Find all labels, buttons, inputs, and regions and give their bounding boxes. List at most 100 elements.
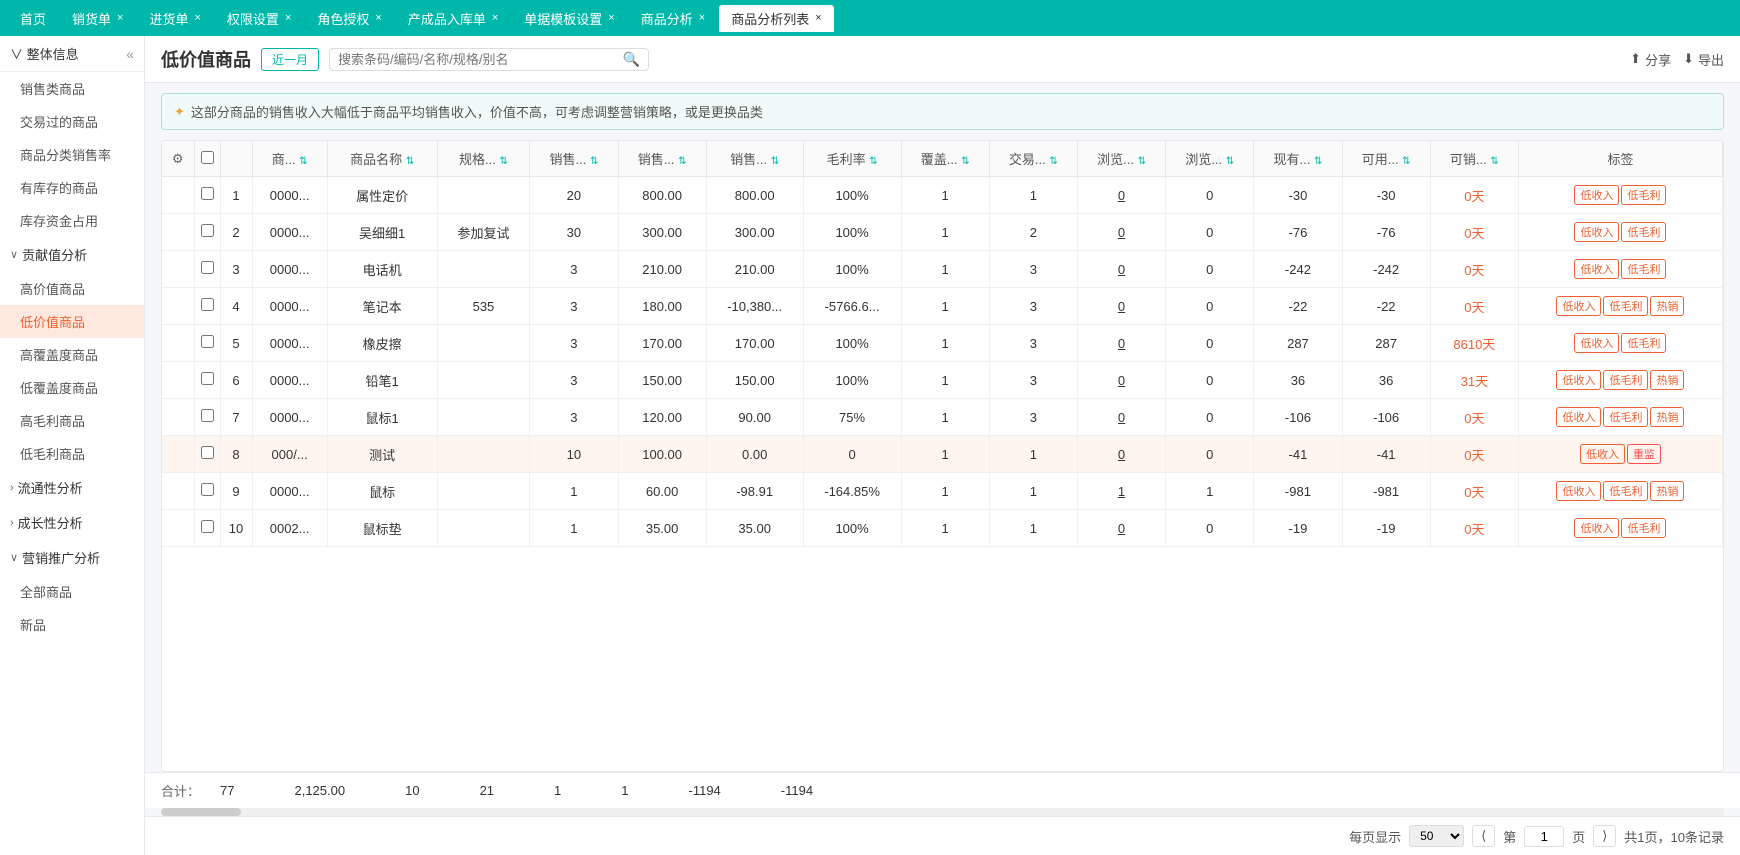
row-checkbox[interactable] xyxy=(201,187,214,200)
sidebar-item-high-margin[interactable]: 高毛利商品 xyxy=(0,404,144,437)
th-gear[interactable]: ⚙ xyxy=(162,141,194,177)
close-icon[interactable]: × xyxy=(375,12,381,24)
first-page-btn[interactable]: ⟨ xyxy=(1472,825,1495,847)
sidebar-item-new-goods[interactable]: 新品 xyxy=(0,608,144,641)
close-icon[interactable]: × xyxy=(492,12,498,24)
th-spec[interactable]: 规格... ⇅ xyxy=(437,141,530,177)
td-checkbox[interactable] xyxy=(194,177,220,214)
row-checkbox[interactable] xyxy=(201,520,214,533)
browse-link[interactable]: 0 xyxy=(1118,410,1125,425)
search-icon[interactable]: 🔍 xyxy=(623,51,640,68)
th-cover[interactable]: 覆盖... ⇅ xyxy=(901,141,989,177)
nav-template-setting[interactable]: 单据模板设置 × xyxy=(512,5,626,32)
browse-link[interactable]: 0 xyxy=(1118,336,1125,351)
td-checkbox[interactable] xyxy=(194,399,220,436)
td-browse1[interactable]: 0 xyxy=(1077,325,1165,362)
th-browse1[interactable]: 浏览... ⇅ xyxy=(1077,141,1165,177)
th-sell-days[interactable]: 可销... ⇅ xyxy=(1430,141,1518,177)
th-avail[interactable]: 可用... ⇅ xyxy=(1342,141,1430,177)
sidebar-item-low-coverage[interactable]: 低覆盖度商品 xyxy=(0,371,144,404)
next-page-btn[interactable]: ⟩ xyxy=(1593,825,1616,847)
td-browse1[interactable]: 0 xyxy=(1077,436,1165,473)
horizontal-scrollbar[interactable] xyxy=(161,808,1724,816)
browse-link[interactable]: 0 xyxy=(1118,299,1125,314)
row-checkbox[interactable] xyxy=(201,261,214,274)
td-browse1[interactable]: 0 xyxy=(1077,214,1165,251)
th-qty[interactable]: 销售... ⇅ xyxy=(530,141,618,177)
td-browse1[interactable]: 1 xyxy=(1077,473,1165,510)
nav-product-analysis[interactable]: 商品分析 × xyxy=(629,5,717,32)
share-button[interactable]: ⬆ 分享 xyxy=(1630,50,1671,69)
td-browse1[interactable]: 0 xyxy=(1077,399,1165,436)
row-checkbox[interactable] xyxy=(201,409,214,422)
filter-recent-month-btn[interactable]: 近一月 xyxy=(261,48,319,71)
th-trade[interactable]: 交易... ⇅ xyxy=(989,141,1077,177)
nav-product-warehouse[interactable]: 产成品入库单 × xyxy=(396,5,510,32)
sidebar-item-low-margin[interactable]: 低毛利商品 xyxy=(0,437,144,470)
browse-link[interactable]: 0 xyxy=(1118,225,1125,240)
sidebar-collapse-btn[interactable]: « xyxy=(126,46,134,62)
td-checkbox[interactable] xyxy=(194,436,220,473)
scrollbar-thumb[interactable] xyxy=(161,808,241,816)
nav-role-auth[interactable]: 角色授权 × xyxy=(305,5,393,32)
sidebar-item-all-goods[interactable]: 全部商品 xyxy=(0,575,144,608)
sidebar-item-category-sales[interactable]: 商品分类销售率 xyxy=(0,138,144,171)
sidebar-group-header-marketing[interactable]: ∨ 营销推广分析 xyxy=(0,540,144,575)
nav-permission[interactable]: 权限设置 × xyxy=(215,5,303,32)
th-gross[interactable]: 毛利率 ⇅ xyxy=(803,141,901,177)
nav-home[interactable]: 首页 xyxy=(8,5,58,32)
sidebar-item-high-coverage[interactable]: 高覆盖度商品 xyxy=(0,338,144,371)
td-checkbox[interactable] xyxy=(194,325,220,362)
close-icon[interactable]: × xyxy=(194,12,200,24)
th-code[interactable]: 商... ⇅ xyxy=(252,141,327,177)
browse-link[interactable]: 0 xyxy=(1118,373,1125,388)
th-name[interactable]: 商品名称 ⇅ xyxy=(327,141,437,177)
sidebar-item-high-value[interactable]: 高价值商品 xyxy=(0,272,144,305)
sidebar-item-sales-goods[interactable]: 销售类商品 xyxy=(0,72,144,105)
th-stock[interactable]: 现有... ⇅ xyxy=(1254,141,1342,177)
sidebar-item-low-value[interactable]: 低价值商品 xyxy=(0,305,144,338)
close-icon[interactable]: × xyxy=(608,12,614,24)
row-checkbox[interactable] xyxy=(201,446,214,459)
browse-link[interactable]: 1 xyxy=(1118,484,1125,499)
data-table-wrapper[interactable]: ⚙ 商... ⇅ 商品名称 ⇅ 规格... ⇅ 销售... ⇅ 销售... ⇅ … xyxy=(161,140,1724,772)
close-icon[interactable]: × xyxy=(285,12,291,24)
select-all-checkbox[interactable] xyxy=(201,151,214,164)
sidebar-item-stock-capital[interactable]: 库存资金占用 xyxy=(0,204,144,237)
browse-link[interactable]: 0 xyxy=(1118,188,1125,203)
close-icon[interactable]: × xyxy=(117,12,123,24)
td-browse1[interactable]: 0 xyxy=(1077,177,1165,214)
th-checkbox[interactable] xyxy=(194,141,220,177)
row-checkbox[interactable] xyxy=(201,335,214,348)
th-browse2[interactable]: 浏览... ⇅ xyxy=(1166,141,1254,177)
browse-link[interactable]: 0 xyxy=(1118,521,1125,536)
td-checkbox[interactable] xyxy=(194,288,220,325)
th-sales1[interactable]: 销售... ⇅ xyxy=(618,141,706,177)
nav-purchase-order[interactable]: 进货单 × xyxy=(137,5,212,32)
td-browse1[interactable]: 0 xyxy=(1077,362,1165,399)
gear-icon[interactable]: ⚙ xyxy=(172,151,184,166)
page-number-input[interactable] xyxy=(1524,826,1564,847)
sidebar-item-traded-goods[interactable]: 交易过的商品 xyxy=(0,105,144,138)
nav-sales-order[interactable]: 销货单 × xyxy=(60,5,135,32)
search-input[interactable] xyxy=(338,52,623,67)
per-page-select[interactable]: 50 100 200 xyxy=(1409,825,1464,847)
td-checkbox[interactable] xyxy=(194,251,220,288)
td-checkbox[interactable] xyxy=(194,510,220,547)
td-checkbox[interactable] xyxy=(194,362,220,399)
td-browse1[interactable]: 0 xyxy=(1077,251,1165,288)
td-browse1[interactable]: 0 xyxy=(1077,288,1165,325)
browse-link[interactable]: 0 xyxy=(1118,262,1125,277)
sidebar-group-header-growth[interactable]: › 成长性分析 xyxy=(0,505,144,540)
row-checkbox[interactable] xyxy=(201,372,214,385)
td-checkbox[interactable] xyxy=(194,473,220,510)
td-browse1[interactable]: 0 xyxy=(1077,510,1165,547)
row-checkbox[interactable] xyxy=(201,483,214,496)
sidebar-item-stocked-goods[interactable]: 有库存的商品 xyxy=(0,171,144,204)
sidebar-group-header-circulation[interactable]: › 流通性分析 xyxy=(0,470,144,505)
browse-link[interactable]: 0 xyxy=(1118,447,1125,462)
close-icon[interactable]: × xyxy=(815,12,821,24)
export-button[interactable]: ⬇ 导出 xyxy=(1683,50,1724,69)
sidebar-group-header-contribution[interactable]: ∨ 贡献值分析 xyxy=(0,237,144,272)
close-icon[interactable]: × xyxy=(699,12,705,24)
